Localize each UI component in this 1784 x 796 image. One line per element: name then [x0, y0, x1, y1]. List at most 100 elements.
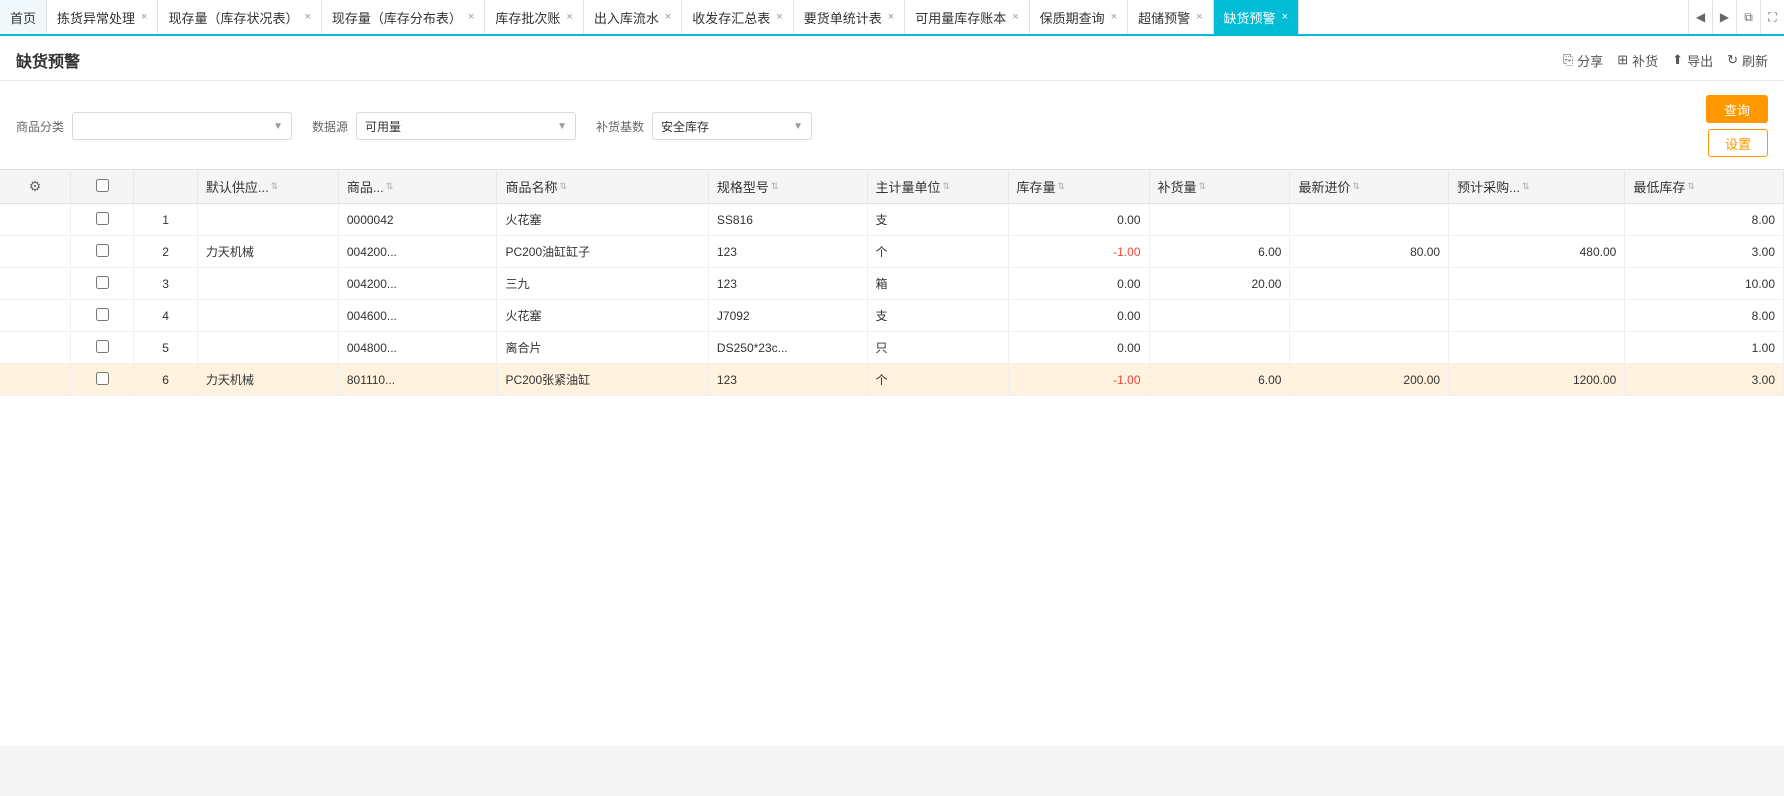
select-all-checkbox[interactable]	[96, 179, 109, 192]
tab-batch[interactable]: 库存批次账 ×	[485, 0, 583, 35]
datasource-label: 数据源	[312, 118, 348, 135]
tab-expiry-close[interactable]: ×	[1111, 11, 1117, 23]
col-header-name[interactable]: 商品名称 ⇅	[497, 170, 708, 204]
gear-icon[interactable]: ⚙	[29, 178, 42, 194]
estimated-sort-icon: ⇅	[1522, 181, 1530, 192]
col-header-settings[interactable]: ⚙	[0, 170, 70, 204]
col-header-unit[interactable]: 主计量单位 ⇅	[867, 170, 1008, 204]
row-number: 5	[134, 332, 197, 364]
tab-stock-dist-close[interactable]: ×	[468, 11, 474, 23]
refresh-button[interactable]: ↻ 刷新	[1727, 51, 1768, 70]
name-sort-icon: ⇅	[559, 181, 567, 192]
table-row[interactable]: 5 004800... 离合片 DS250*23c... 只 0.00 1.00	[0, 332, 1784, 364]
row-min-stock: 1.00	[1625, 332, 1784, 364]
col-header-stock[interactable]: 库存量 ⇅	[1008, 170, 1149, 204]
filter-bar: 商品分类 ▼ 数据源 可用量 ▼ 补货基数 安全库存 ▼ 查询 设置	[0, 81, 1784, 165]
tab-requisition-close[interactable]: ×	[888, 11, 894, 23]
row-number: 3	[134, 268, 197, 300]
category-label: 商品分类	[16, 118, 64, 135]
share-button[interactable]: ⎘ 分享	[1563, 51, 1603, 70]
tab-stock-status[interactable]: 现存量（库存状况表） ×	[158, 0, 321, 35]
row-name: PC200油缸缸子	[497, 236, 708, 268]
row-checkbox[interactable]	[96, 244, 109, 257]
row-checkbox-cell[interactable]	[70, 204, 133, 236]
table-row[interactable]: 6 力天机械 801110... PC200张紧油缸 123 个 -1.00 6…	[0, 364, 1784, 396]
col-header-spec[interactable]: 规格型号 ⇅	[708, 170, 867, 204]
col-header-estimated[interactable]: 预计采购... ⇅	[1449, 170, 1625, 204]
datasource-select[interactable]: 可用量 ▼	[356, 112, 576, 140]
tab-requisition[interactable]: 要货单统计表 ×	[794, 0, 905, 35]
table-row[interactable]: 3 004200... 三九 123 箱 0.00 20.00 10.00	[0, 268, 1784, 300]
row-checkbox-cell[interactable]	[70, 236, 133, 268]
tab-overstock-close[interactable]: ×	[1196, 11, 1202, 23]
nav-window-btn[interactable]: ⧉	[1736, 0, 1760, 35]
supplement-base-select[interactable]: 安全库存 ▼	[652, 112, 812, 140]
row-settings-cell	[0, 268, 70, 300]
nav-next-btn[interactable]: ▶	[1712, 0, 1736, 35]
row-number: 2	[134, 236, 197, 268]
export-button[interactable]: ⬆ 导出	[1672, 51, 1713, 70]
col-header-min-stock[interactable]: 最低库存 ⇅	[1625, 170, 1784, 204]
settings-button[interactable]: 设置	[1708, 129, 1768, 157]
tab-picking[interactable]: 拣货异常处理 ×	[47, 0, 158, 35]
export-icon: ⬆	[1672, 52, 1683, 68]
tab-available-close[interactable]: ×	[1012, 11, 1018, 23]
table-row[interactable]: 2 力天机械 004200... PC200油缸缸子 123 个 -1.00 6…	[0, 236, 1784, 268]
row-stock: 0.00	[1008, 204, 1149, 236]
tab-summary-label: 收发存汇总表	[692, 8, 770, 27]
category-select[interactable]: ▼	[72, 112, 292, 140]
tab-summary[interactable]: 收发存汇总表 ×	[682, 0, 793, 35]
row-checkbox-cell[interactable]	[70, 332, 133, 364]
row-checkbox[interactable]	[96, 308, 109, 321]
row-checkbox-cell[interactable]	[70, 364, 133, 396]
tab-shortage-close[interactable]: ×	[1282, 11, 1288, 23]
row-code: 004200...	[338, 268, 497, 300]
row-settings-cell	[0, 236, 70, 268]
tab-available[interactable]: 可用量库存账本 ×	[905, 0, 1029, 35]
tab-shortage[interactable]: 缺货预警 ×	[1214, 0, 1299, 35]
query-button[interactable]: 查询	[1706, 95, 1768, 123]
nav-prev-btn[interactable]: ◀	[1688, 0, 1712, 35]
tab-batch-close[interactable]: ×	[566, 11, 572, 23]
stock-sort-icon: ⇅	[1058, 181, 1066, 192]
top-nav: 首页 拣货异常处理 × 现存量（库存状况表） × 现存量（库存分布表） × 库存…	[0, 0, 1784, 36]
table-row[interactable]: 1 0000042 火花塞 SS816 支 0.00 8.00	[0, 204, 1784, 236]
row-supplier	[197, 204, 338, 236]
nav-fullscreen-btn[interactable]: ⛶	[1760, 0, 1784, 35]
row-checkbox-cell[interactable]	[70, 268, 133, 300]
min-stock-sort-icon: ⇅	[1687, 181, 1695, 192]
row-min-stock: 8.00	[1625, 300, 1784, 332]
row-latest-price	[1290, 300, 1449, 332]
tab-summary-close[interactable]: ×	[776, 11, 782, 23]
col-header-checkbox[interactable]	[70, 170, 133, 204]
tab-available-label: 可用量库存账本	[915, 8, 1006, 27]
col-header-supplement[interactable]: 补货量 ⇅	[1149, 170, 1290, 204]
row-latest-price	[1290, 268, 1449, 300]
row-checkbox[interactable]	[96, 276, 109, 289]
tab-stock-status-close[interactable]: ×	[304, 11, 310, 23]
supplement-button[interactable]: ⊞ 补货	[1617, 51, 1658, 70]
table-header-row: ⚙ 默认供应... ⇅ 商品...	[0, 170, 1784, 204]
row-supplement: 6.00	[1149, 236, 1290, 268]
col-header-latest-price[interactable]: 最新进价 ⇅	[1290, 170, 1449, 204]
row-checkbox[interactable]	[96, 212, 109, 225]
tab-flow[interactable]: 出入库流水 ×	[584, 0, 682, 35]
row-checkbox-cell[interactable]	[70, 300, 133, 332]
col-header-supplier[interactable]: 默认供应... ⇅	[197, 170, 338, 204]
tab-flow-close[interactable]: ×	[665, 11, 671, 23]
tab-picking-label: 拣货异常处理	[57, 8, 135, 27]
tab-home[interactable]: 首页	[0, 0, 47, 35]
tab-overstock[interactable]: 超储预警 ×	[1128, 0, 1213, 35]
supplement-base-value: 安全库存	[661, 118, 709, 135]
nav-arrows: ◀ ▶ ⧉ ⛶	[1688, 0, 1784, 35]
row-checkbox[interactable]	[96, 372, 109, 385]
col-header-code[interactable]: 商品... ⇅	[338, 170, 497, 204]
row-checkbox[interactable]	[96, 340, 109, 353]
supplier-sort-icon: ⇅	[271, 181, 279, 192]
tab-expiry[interactable]: 保质期查询 ×	[1030, 0, 1128, 35]
tab-stock-dist[interactable]: 现存量（库存分布表） ×	[322, 0, 485, 35]
row-supplement	[1149, 300, 1290, 332]
supplement-base-label: 补货基数	[596, 118, 644, 135]
table-row[interactable]: 4 004600... 火花塞 J7092 支 0.00 8.00	[0, 300, 1784, 332]
tab-picking-close[interactable]: ×	[141, 11, 147, 23]
